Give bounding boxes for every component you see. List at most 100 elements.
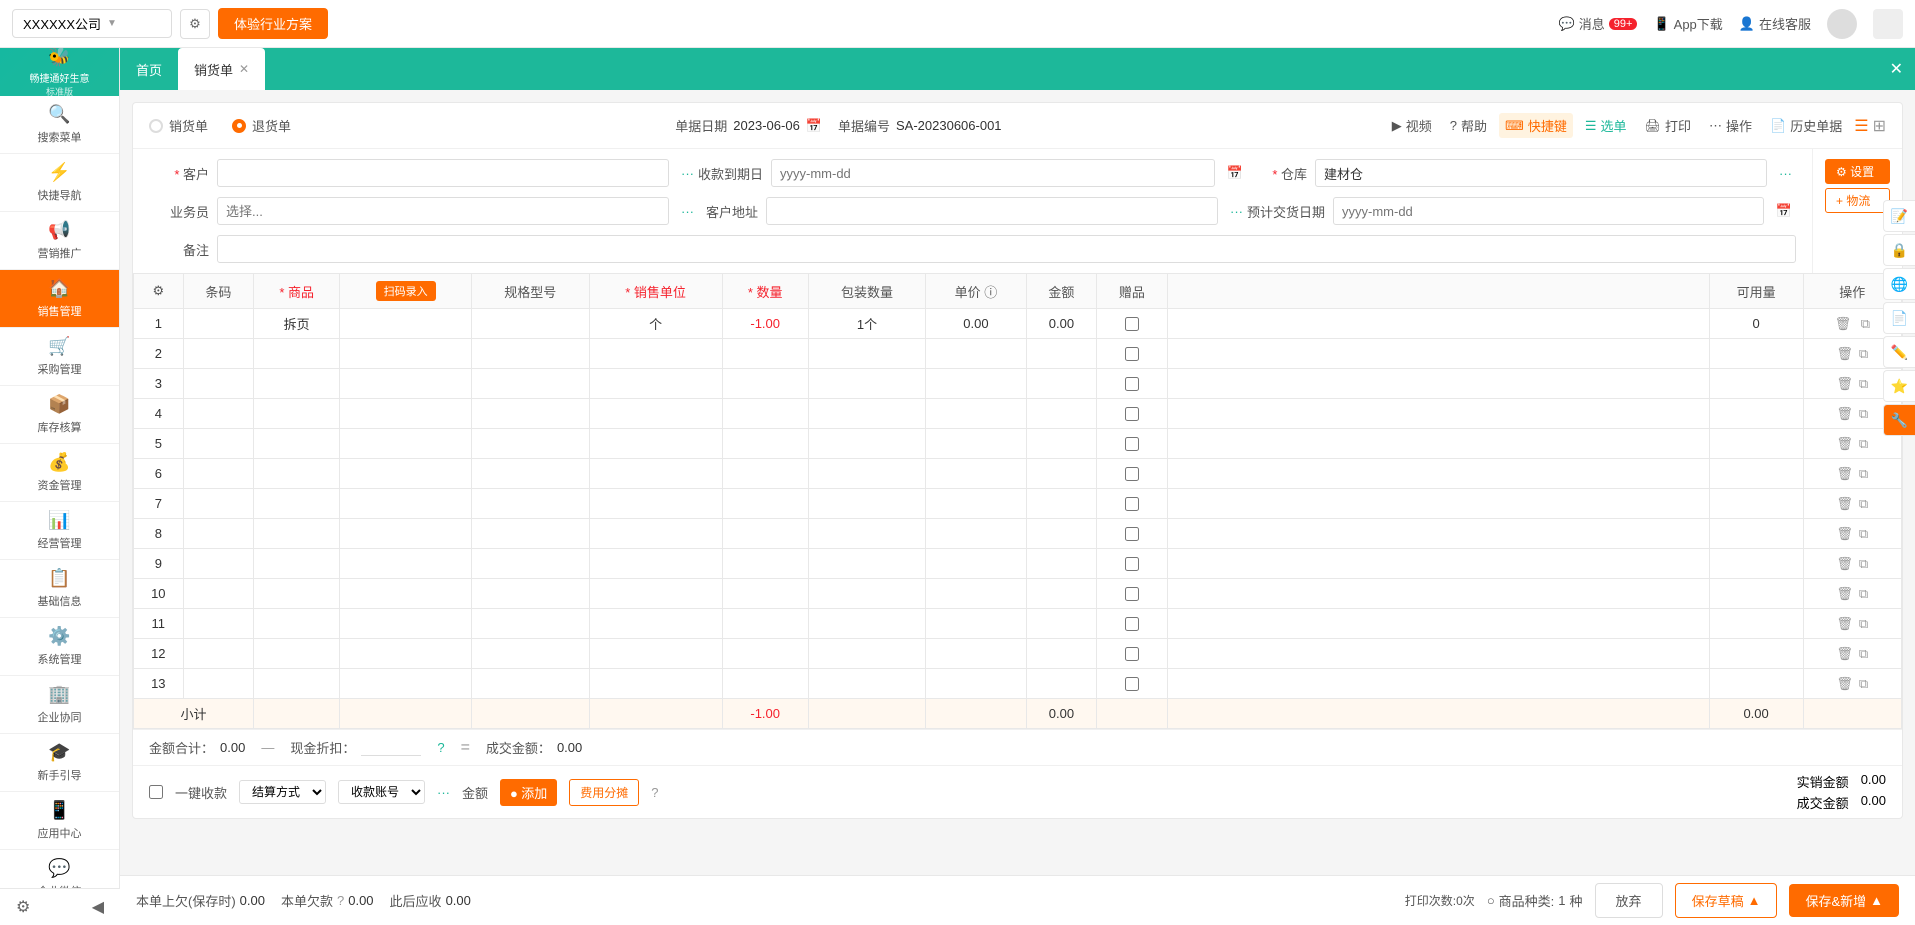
calendar-icon[interactable]: 📅 [806,118,822,134]
settings-action-btn[interactable]: ⚙ 设置 [1825,159,1890,184]
collapse-icon[interactable]: ◀ [92,897,104,917]
toolbar-operations[interactable]: ⋯ 操作 [1703,113,1758,138]
salesperson-more-icon[interactable]: ··· [677,204,698,219]
sidebar-item-inventory[interactable]: 📦 库存核算 [0,386,119,444]
row-unit[interactable]: 个 [589,309,722,339]
float-btn-pencil[interactable]: ✏️ [1883,336,1915,368]
expected-delivery-cal-icon[interactable]: 📅 [1772,203,1796,219]
message-action[interactable]: 💬 消息 99+ [1559,14,1638,33]
row-spec[interactable] [472,309,589,339]
toolbar-select[interactable]: ☰ 选单 [1579,113,1633,138]
row-pack-qty[interactable]: 1个 [808,309,925,339]
customer-more-icon[interactable]: ··· [677,166,698,181]
copy-icon[interactable]: ⧉ [1859,436,1868,451]
tab-close-icon[interactable]: ✕ [239,62,249,76]
row-gift[interactable] [1097,309,1167,339]
avatar[interactable] [1827,9,1857,39]
delete-icon[interactable]: 🗑 [1836,406,1853,421]
sidebar-item-finance[interactable]: 💰 资金管理 [0,444,119,502]
sidebar-item-purchase[interactable]: 🛒 采购管理 [0,328,119,386]
tab-bar-close-icon[interactable]: ✕ [1890,59,1903,79]
delete-icon[interactable]: 🗑 [1836,376,1853,391]
delete-icon[interactable]: 🗑 [1836,466,1853,481]
delete-icon[interactable]: 🗑 [1836,526,1853,541]
toolbar-print[interactable]: 🖨 打印 [1639,113,1698,138]
sidebar-item-enterprise[interactable]: 🏢 企业协同 [0,676,119,734]
salesperson-input[interactable] [217,197,669,225]
fee-btn[interactable]: 费用分摊 [569,779,639,806]
copy-icon[interactable]: ⧉ [1859,406,1868,421]
copy-icon[interactable]: ⧉ [1859,586,1868,601]
row-qty[interactable]: -1.00 [722,309,808,339]
settings-icon[interactable]: ⚙ [180,9,210,39]
row-product[interactable]: 拆页 [254,309,340,339]
sidebar-item-quick-nav[interactable]: ⚡ 快捷导航 [0,154,119,212]
delete-icon[interactable]: 🗑 [1836,616,1853,631]
online-service-action[interactable]: 👤 在线客服 [1739,14,1811,33]
delete-icon[interactable]: 🗑 [1836,556,1853,571]
copy-icon[interactable]: ⧉ [1859,616,1868,631]
sidebar-item-system[interactable]: ⚙️ 系统管理 [0,618,119,676]
sidebar-item-basic-info[interactable]: 📋 基础信息 [0,560,119,618]
cash-discount-input[interactable] [361,740,421,756]
col-scan[interactable]: 扫码录入 [340,274,472,309]
due-date-cal-icon[interactable]: 📅 [1223,165,1247,181]
radio-sales-dot[interactable] [149,119,163,133]
row-barcode[interactable] [183,309,253,339]
sidebar-item-sales[interactable]: 🏠 销售管理 [0,270,119,328]
save-draft-button[interactable]: 保存草稿 ▲ [1675,883,1778,918]
copy-icon[interactable]: ⧉ [1859,496,1868,511]
copy-icon[interactable]: ⧉ [1861,316,1870,331]
add-btn[interactable]: ● 添加 [500,779,557,806]
float-btn-star[interactable]: ⭐ [1883,370,1915,402]
product-kind[interactable]: ○ 商品种类: 1 种 [1487,891,1583,910]
float-btn-edit[interactable]: 📝 [1883,200,1915,232]
copy-icon[interactable]: ⧉ [1859,526,1868,541]
copy-icon[interactable]: ⧉ [1859,556,1868,571]
delete-icon[interactable]: 🗑 [1836,676,1853,691]
warehouse-more-icon[interactable]: ··· [1775,166,1796,181]
customer-addr-more-icon[interactable]: ··· [1226,204,1247,219]
float-btn-orange[interactable]: 🔧 [1883,404,1915,436]
copy-icon[interactable]: ⧉ [1859,646,1868,661]
sidebar-item-apps[interactable]: 📱 应用中心 [0,792,119,850]
user-menu[interactable] [1873,9,1903,39]
row-amount[interactable]: 0.00 [1026,309,1096,339]
tab-home[interactable]: 首页 [120,48,178,90]
customer-input[interactable] [217,159,669,187]
list-view-icon[interactable]: ☰ [1854,116,1868,136]
account-select[interactable]: 收款账号 [338,780,425,804]
toolbar-video[interactable]: ▶ 视频 [1386,113,1438,138]
float-btn-doc[interactable]: 📄 [1883,302,1915,334]
company-selector[interactable]: XXXXXX公司 ▼ [12,9,172,38]
sidebar-item-guide[interactable]: 🎓 新手引导 [0,734,119,792]
one-click-checkbox[interactable] [149,785,163,799]
toolbar-shortcuts[interactable]: ⌨ 快捷键 [1499,113,1573,138]
toolbar-help[interactable]: ? 帮助 [1444,113,1493,138]
copy-icon[interactable]: ⧉ [1859,346,1868,361]
copy-icon[interactable]: ⧉ [1859,676,1868,691]
due-date-input[interactable] [771,159,1215,187]
delete-icon[interactable]: 🗑 [1836,586,1853,601]
delete-icon[interactable]: 🗑 [1836,346,1853,361]
copy-icon[interactable]: ⧉ [1859,466,1868,481]
tab-sales-order[interactable]: 销货单 ✕ [178,48,265,90]
sidebar-item-operations[interactable]: 📊 经营管理 [0,502,119,560]
float-btn-globe[interactable]: 🌐 [1883,268,1915,300]
scan-btn[interactable]: 扫码录入 [376,281,436,301]
account-more-icon[interactable]: ··· [437,785,450,800]
delete-icon[interactable]: 🗑 [1836,496,1853,511]
warehouse-input[interactable] [1315,159,1767,187]
toolbar-history[interactable]: 📄 历史单据 [1764,113,1848,138]
sidebar-item-search[interactable]: 🔍 搜索菜单 [0,96,119,154]
grid-view-icon[interactable]: ⊞ [1873,116,1886,136]
row-unit-price[interactable]: 0.00 [926,309,1026,339]
settings-bottom-icon[interactable]: ⚙ [16,897,30,917]
expected-delivery-input[interactable] [1333,197,1764,225]
save-new-button[interactable]: 保存&新增 ▲ [1789,884,1899,917]
app-download-action[interactable]: 📱 App下载 [1653,14,1722,33]
customer-addr-input[interactable] [766,197,1218,225]
remarks-input[interactable] [217,235,1796,263]
radio-return-dot[interactable] [232,119,246,133]
sidebar-item-marketing[interactable]: 📢 营销推广 [0,212,119,270]
